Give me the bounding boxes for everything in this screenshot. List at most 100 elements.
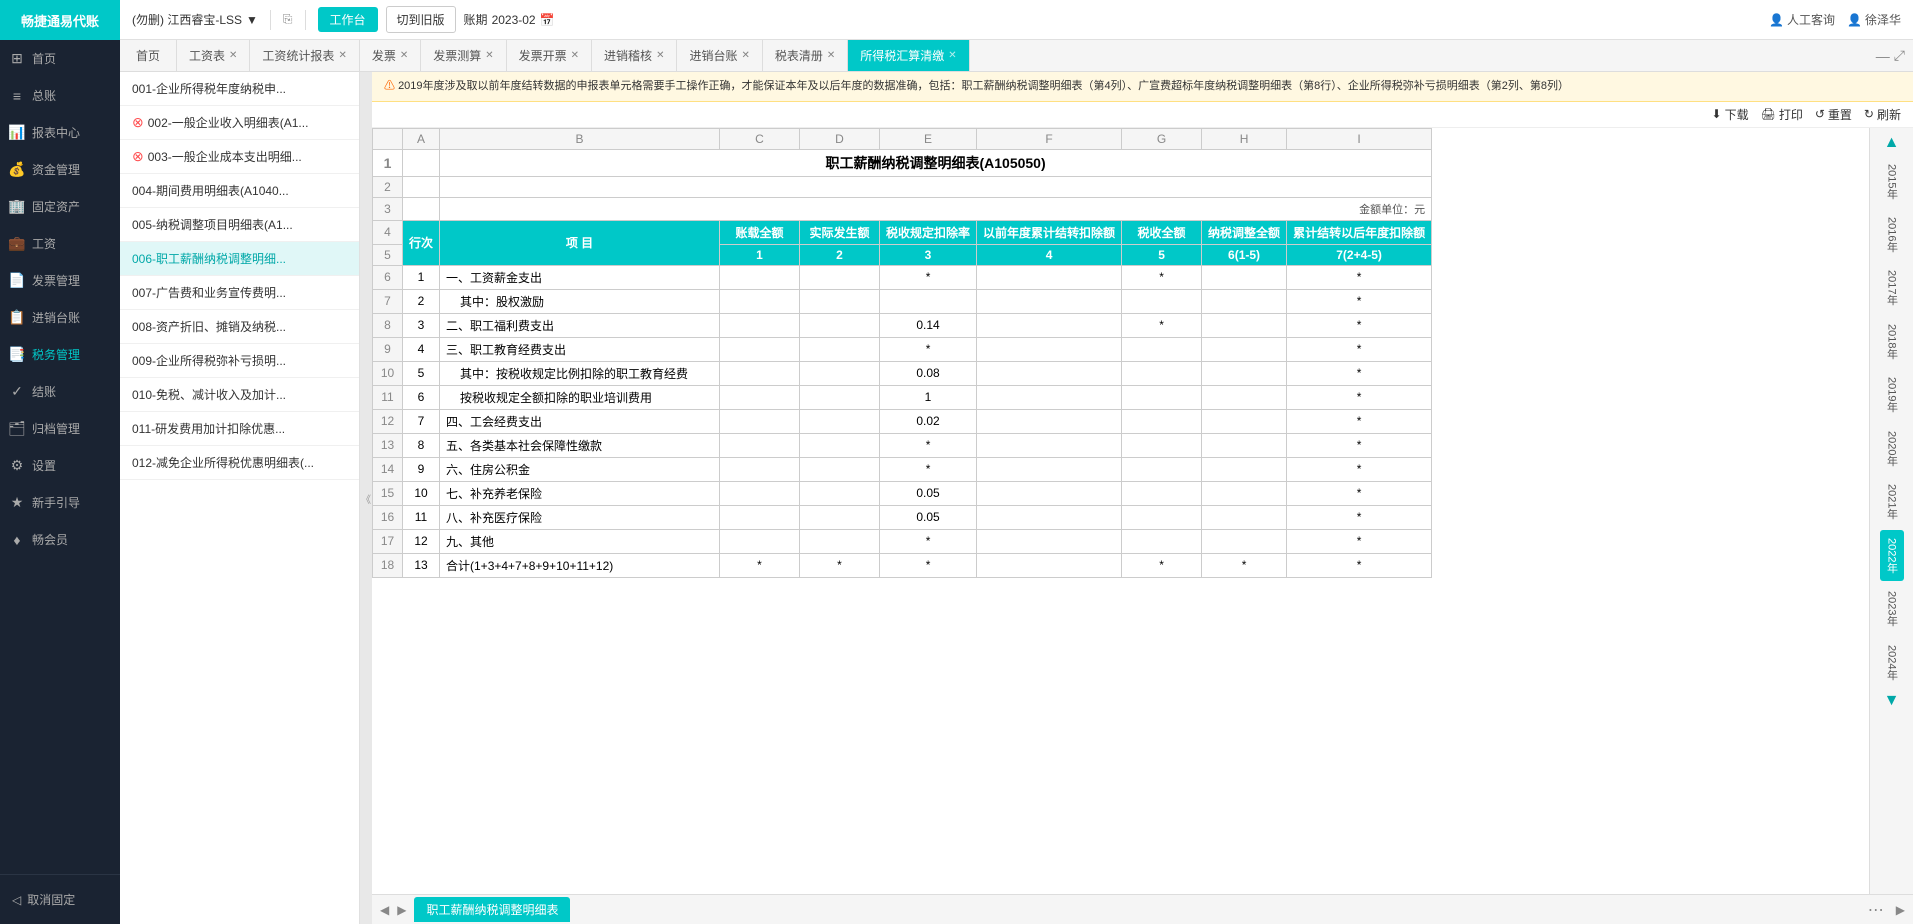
- tab-salary-stats[interactable]: 工资统计报表 ✕: [250, 40, 359, 72]
- tab-home[interactable]: 首页: [120, 40, 177, 72]
- sidebar-item-closing[interactable]: ✓ 结账: [0, 373, 120, 410]
- row-10-h[interactable]: [1202, 361, 1287, 385]
- year-2016[interactable]: 2016年: [1880, 209, 1904, 260]
- left-panel-item-005[interactable]: 005-纳税调整项目明细表(A1...: [120, 208, 359, 242]
- row-9-f[interactable]: [977, 337, 1122, 361]
- tab-invoice-calc-close[interactable]: ✕: [485, 50, 493, 61]
- tab-minimize-icon[interactable]: —: [1876, 48, 1890, 64]
- year-2019[interactable]: 2019年: [1880, 369, 1904, 420]
- row-15-c[interactable]: [720, 481, 800, 505]
- avatar[interactable]: 👤 徐泽华: [1847, 11, 1901, 28]
- tab-salary-stats-close[interactable]: ✕: [338, 50, 346, 61]
- row-6-h[interactable]: [1202, 265, 1287, 289]
- scroll-right-end-button[interactable]: ▶: [1896, 903, 1905, 917]
- row-11-f[interactable]: [977, 385, 1122, 409]
- download-button[interactable]: ⬇ 下载: [1712, 106, 1749, 123]
- row-17-d[interactable]: [800, 529, 880, 553]
- year-2017[interactable]: 2017年: [1880, 262, 1904, 313]
- row-12-g[interactable]: [1122, 409, 1202, 433]
- row-9-c[interactable]: [720, 337, 800, 361]
- row-14-g[interactable]: [1122, 457, 1202, 481]
- tab-invoice-calc[interactable]: 发票测算 ✕: [421, 40, 506, 72]
- row-8-h[interactable]: [1202, 313, 1287, 337]
- company-selector[interactable]: (勿删) 江西睿宝-LSS ▼: [132, 11, 258, 28]
- row-7-e[interactable]: [880, 289, 977, 313]
- row-10-g[interactable]: [1122, 361, 1202, 385]
- row-9-h[interactable]: [1202, 337, 1287, 361]
- year-2021[interactable]: 2021年: [1880, 476, 1904, 527]
- tab-invoice-open[interactable]: 发票开票 ✕: [507, 40, 592, 72]
- row-15-h[interactable]: [1202, 481, 1287, 505]
- row-17-c[interactable]: [720, 529, 800, 553]
- left-panel-item-008[interactable]: 008-资产折旧、摊销及纳税...: [120, 310, 359, 344]
- sidebar-item-purchase-sales[interactable]: 📋 进销台账: [0, 299, 120, 336]
- left-panel-item-011[interactable]: 011-研发费用加计扣除优惠...: [120, 412, 359, 446]
- service-button[interactable]: 👤 人工客询: [1769, 11, 1835, 28]
- row-11-c[interactable]: [720, 385, 800, 409]
- left-panel-item-001[interactable]: 001-企业所得税年度纳税申...: [120, 72, 359, 106]
- row-14-d[interactable]: [800, 457, 880, 481]
- row-16-h[interactable]: [1202, 505, 1287, 529]
- tab-income-tax-close[interactable]: ✕: [948, 50, 956, 61]
- year-2020[interactable]: 2020年: [1880, 423, 1904, 474]
- row-7-h[interactable]: [1202, 289, 1287, 313]
- left-panel-item-002[interactable]: ⊗ 002-一般企业收入明细表(A1...: [120, 106, 359, 140]
- row-7-f[interactable]: [977, 289, 1122, 313]
- tab-tax-sheet[interactable]: 税表清册 ✕: [763, 40, 848, 72]
- row-13-c[interactable]: [720, 433, 800, 457]
- collapse-panel-button[interactable]: 《: [360, 72, 372, 924]
- row-13-h[interactable]: [1202, 433, 1287, 457]
- row-13-f[interactable]: [977, 433, 1122, 457]
- sidebar-item-reports[interactable]: 📊 报表中心: [0, 114, 120, 151]
- tab-income-tax[interactable]: 所得税汇算清缴 ✕: [848, 40, 969, 72]
- left-panel-item-007[interactable]: 007-广告费和业务宣传费明...: [120, 276, 359, 310]
- row-16-d[interactable]: [800, 505, 880, 529]
- row-10-f[interactable]: [977, 361, 1122, 385]
- sidebar-item-salary[interactable]: 💼 工资: [0, 225, 120, 262]
- spreadsheet-main[interactable]: A B C D E F G H I: [372, 128, 1869, 895]
- unpin-button[interactable]: ◁ 取消固定: [8, 883, 112, 916]
- tab-invoice-open-close[interactable]: ✕: [571, 50, 579, 61]
- left-panel-item-009[interactable]: 009-企业所得税弥补亏损明...: [120, 344, 359, 378]
- row-17-h[interactable]: [1202, 529, 1287, 553]
- row-17-g[interactable]: [1122, 529, 1202, 553]
- row-12-c[interactable]: [720, 409, 800, 433]
- switch-old-button[interactable]: 切到旧版: [386, 6, 456, 33]
- row-12-h[interactable]: [1202, 409, 1287, 433]
- sidebar-item-invoice-mgmt[interactable]: 📄 发票管理: [0, 262, 120, 299]
- refresh-button[interactable]: ↻ 刷新: [1864, 106, 1901, 123]
- left-panel-item-003[interactable]: ⊗ 003-一般企业成本支出明细...: [120, 140, 359, 174]
- tab-salary-sheet[interactable]: 工资表 ✕: [177, 40, 250, 72]
- row-15-g[interactable]: [1122, 481, 1202, 505]
- tab-salary-sheet-close[interactable]: ✕: [229, 50, 237, 61]
- sheet-options-button[interactable]: ⋯: [1868, 900, 1884, 920]
- year-2024[interactable]: 2024年: [1880, 637, 1904, 688]
- row-11-d[interactable]: [800, 385, 880, 409]
- sidebar-item-archive[interactable]: 🗂 归档管理: [0, 410, 120, 447]
- left-panel-item-010[interactable]: 010-免税、减计收入及加计...: [120, 378, 359, 412]
- row-6-f[interactable]: [977, 265, 1122, 289]
- year-up-button[interactable]: ▲: [1882, 132, 1902, 154]
- sidebar-item-tax[interactable]: 📑 税务管理: [0, 336, 120, 373]
- year-2023[interactable]: 2023年: [1880, 583, 1904, 634]
- sidebar-item-funds[interactable]: 💰 资金管理: [0, 151, 120, 188]
- sidebar-item-assets[interactable]: 🏢 固定资产: [0, 188, 120, 225]
- row-6-d[interactable]: [800, 265, 880, 289]
- calendar-icon[interactable]: 📅: [540, 13, 555, 27]
- reset-button[interactable]: ↺ 重置: [1815, 106, 1852, 123]
- year-down-button[interactable]: ▼: [1882, 690, 1902, 712]
- row-14-f[interactable]: [977, 457, 1122, 481]
- row-13-d[interactable]: [800, 433, 880, 457]
- tab-purchase-ledger[interactable]: 进销台账 ✕: [677, 40, 762, 72]
- left-panel-item-004[interactable]: 004-期间费用明细表(A1040...: [120, 174, 359, 208]
- workspace-button[interactable]: 工作台: [318, 7, 378, 32]
- scroll-right-button[interactable]: ▶: [397, 903, 406, 917]
- row-12-f[interactable]: [977, 409, 1122, 433]
- sidebar-item-guide[interactable]: ★ 新手引导: [0, 484, 120, 521]
- row-7-c[interactable]: [720, 289, 800, 313]
- row-10-d[interactable]: [800, 361, 880, 385]
- tab-expand-icon[interactable]: ⤢: [1894, 47, 1905, 64]
- sheet-tab-main[interactable]: 职工薪酬纳税调整明细表: [414, 897, 570, 922]
- tab-tax-sheet-close[interactable]: ✕: [827, 50, 835, 61]
- row-15-f[interactable]: [977, 481, 1122, 505]
